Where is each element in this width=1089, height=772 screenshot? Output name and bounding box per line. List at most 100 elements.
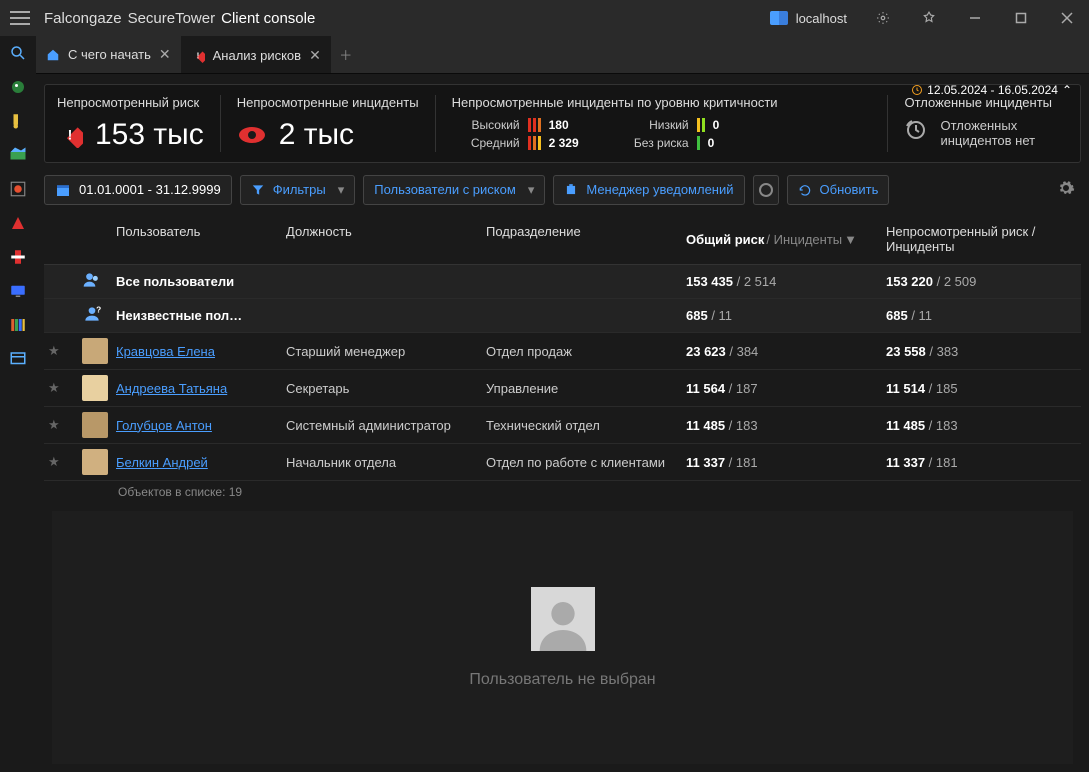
col-position[interactable]: Должность <box>286 224 486 254</box>
sev-med-label: Средний <box>452 136 520 150</box>
r0-uinc: / 383 <box>926 344 959 359</box>
sidebar-item-3[interactable] <box>0 108 36 134</box>
minimize-button[interactable] <box>953 0 997 36</box>
sev-none-bars <box>697 136 700 150</box>
tab-strip: С чего начать ✕ ! Анализ рисков ✕ ＋ <box>36 36 1089 74</box>
sidebar-item-1[interactable] <box>0 40 36 66</box>
tab-risk-analysis[interactable]: ! Анализ рисков ✕ <box>181 36 331 73</box>
star-icon[interactable]: ★ <box>48 417 82 433</box>
sidebar-item-10[interactable] <box>0 346 36 372</box>
tab-start[interactable]: С чего начать ✕ <box>36 36 181 73</box>
chevron-down-icon: ▾ <box>338 182 345 198</box>
col-user[interactable]: Пользователь <box>116 224 286 254</box>
close-button[interactable] <box>1045 0 1089 36</box>
settings-icon[interactable] <box>861 0 905 36</box>
maximize-button[interactable] <box>999 0 1043 36</box>
user-position: Старший менеджер <box>286 344 486 359</box>
col-department[interactable]: Подразделение <box>486 224 686 254</box>
sort-desc-icon: ▼ <box>844 232 857 247</box>
table-row[interactable]: ★ Голубцов Антон Системный администратор… <box>44 407 1081 444</box>
unk-uinc: / 11 <box>908 308 932 323</box>
star-icon[interactable]: ★ <box>48 343 82 359</box>
user-filter-label: Пользователи с риском <box>374 182 516 197</box>
titlebar: Falcongaze SecureTower Client console lo… <box>0 0 1089 36</box>
svg-text:?: ? <box>96 304 101 314</box>
postponed-line2: инцидентов нет <box>940 133 1035 148</box>
user-link[interactable]: Кравцова Елена <box>116 344 215 359</box>
avatar <box>82 449 108 475</box>
notif-manager-button[interactable]: Менеджер уведомлений <box>553 175 744 205</box>
all-risk: 153 435 <box>686 274 733 289</box>
summary-date-range[interactable]: 12.05.2024 - 16.05.2024 ⌃ <box>911 83 1072 97</box>
server-icon <box>770 11 788 25</box>
home-icon <box>46 48 60 62</box>
summary-date-text: 12.05.2024 - 16.05.2024 <box>927 83 1058 97</box>
table-row[interactable]: ★ Андреева Татьяна Секретарь Управление … <box>44 370 1081 407</box>
sev-low-val: 0 <box>713 118 749 132</box>
unviewed-risk-label: Непросмотренный риск <box>57 95 204 110</box>
sev-low-label: Низкий <box>621 118 689 132</box>
row-all-users[interactable]: Все пользователи 153 435 / 2 514 153 220… <box>44 265 1081 299</box>
sidebar-item-7[interactable] <box>0 244 36 270</box>
col-unviewed[interactable]: Непросмотренный риск / Инциденты <box>886 224 1077 254</box>
menu-button[interactable] <box>6 4 34 32</box>
users-icon <box>82 270 102 290</box>
sev-none-val: 0 <box>708 136 744 150</box>
sidebar-item-5[interactable] <box>0 176 36 202</box>
col-risk[interactable]: Общий риск / Инциденты ▼ <box>686 224 886 254</box>
toolbar: 01.01.0001 - 31.12.9999 Фильтры ▾ Пользо… <box>44 173 1081 206</box>
postponed-label: Отложенные инциденты <box>904 95 1052 110</box>
user-link[interactable]: Белкин Андрей <box>116 455 208 470</box>
row-unknown-users[interactable]: ? Неизвестные пол… 685 / 11 685 / 11 <box>44 299 1081 333</box>
table-settings-button[interactable] <box>1051 173 1081 206</box>
user-table: Пользователь Должность Подразделение Общ… <box>44 218 1081 772</box>
r2-uinc: / 183 <box>925 418 958 433</box>
user-dept: Технический отдел <box>486 418 686 433</box>
tab-risk-close[interactable]: ✕ <box>309 47 321 64</box>
filters-button[interactable]: Фильтры ▾ <box>240 175 356 205</box>
user-filter-button[interactable]: Пользователи с риском ▾ <box>363 175 545 205</box>
sidebar-item-6[interactable] <box>0 210 36 236</box>
clock-icon <box>911 84 923 96</box>
table-row[interactable]: ★ Кравцова Елена Старший менеджер Отдел … <box>44 333 1081 370</box>
star-icon[interactable]: ★ <box>48 380 82 396</box>
calendar-icon <box>55 182 71 198</box>
sidebar-item-4[interactable] <box>0 142 36 168</box>
server-indicator[interactable]: localhost <box>758 11 859 26</box>
radio-toggle[interactable] <box>753 175 779 205</box>
sidebar <box>0 36 36 772</box>
star-icon[interactable]: ★ <box>48 454 82 470</box>
filters-label: Фильтры <box>273 182 326 197</box>
user-position: Начальник отдела <box>286 455 486 470</box>
bell-icon <box>564 183 578 197</box>
placeholder-avatar <box>531 587 595 651</box>
date-range-button[interactable]: 01.01.0001 - 31.12.9999 <box>44 175 232 205</box>
user-dept: Отдел по работе с клиентами <box>486 455 686 470</box>
pin-icon[interactable] <box>907 0 951 36</box>
r2-inc: / 183 <box>725 418 758 433</box>
refresh-button[interactable]: Обновить <box>787 175 890 205</box>
user-link[interactable]: Голубцов Антон <box>116 418 212 433</box>
user-dept: Управление <box>486 381 686 396</box>
all-inc: / 2 514 <box>733 274 776 289</box>
all-urisk: 153 220 <box>886 274 933 289</box>
table-row[interactable]: ★ Белкин Андрей Начальник отдела Отдел п… <box>44 444 1081 481</box>
user-position: Системный администратор <box>286 418 486 433</box>
no-user-selected: Пользователь не выбран <box>469 671 655 689</box>
new-tab-button[interactable]: ＋ <box>331 36 361 73</box>
avatar <box>82 338 108 364</box>
tab-start-close[interactable]: ✕ <box>159 46 171 63</box>
detail-panel: Пользователь не выбран <box>52 511 1073 764</box>
app-title: Falcongaze SecureTower Client console <box>44 10 315 27</box>
sidebar-item-8[interactable] <box>0 278 36 304</box>
user-question-icon: ? <box>82 304 102 324</box>
user-link[interactable]: Андреева Татьяна <box>116 381 227 396</box>
date-range-text: 01.01.0001 - 31.12.9999 <box>79 182 221 197</box>
brand-2: SecureTower <box>128 10 216 27</box>
sidebar-item-9[interactable] <box>0 312 36 338</box>
sev-high-label: Высокий <box>452 118 520 132</box>
eye-icon <box>237 125 267 145</box>
r1-urisk: 11 514 <box>886 381 925 396</box>
server-name: localhost <box>796 11 847 26</box>
sidebar-item-2[interactable] <box>0 74 36 100</box>
